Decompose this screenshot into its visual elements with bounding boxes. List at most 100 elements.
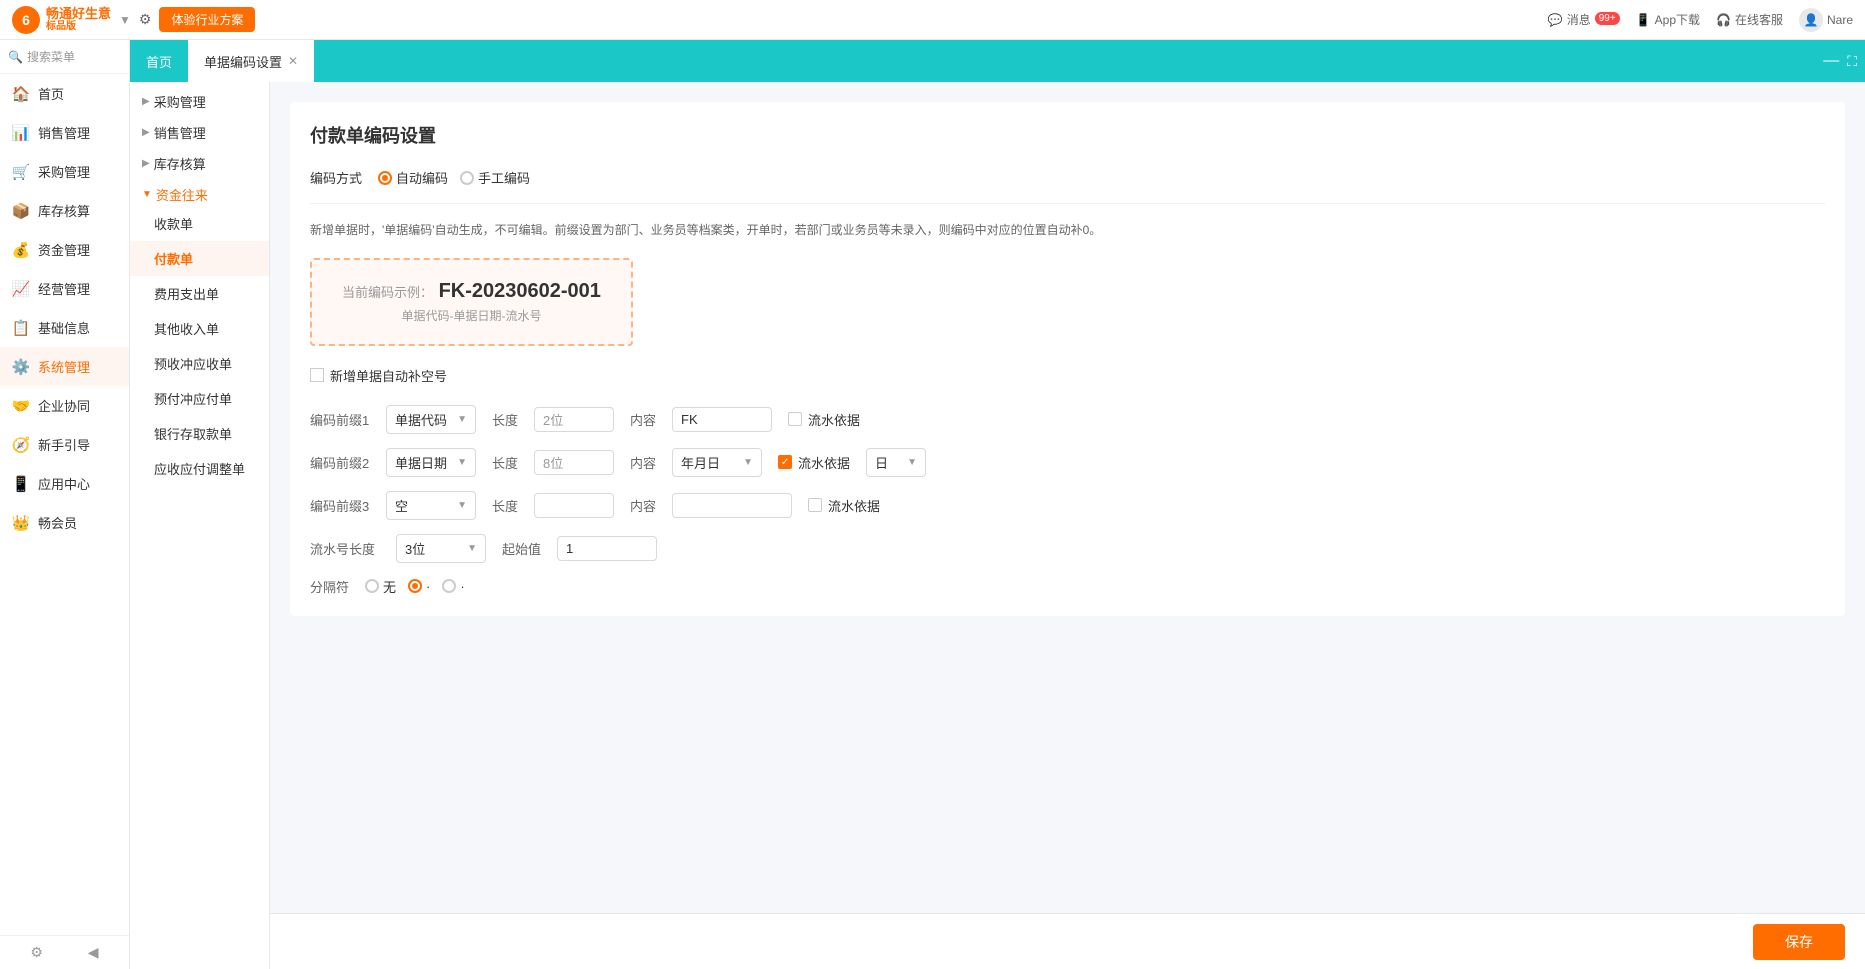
save-button[interactable]: 保存 xyxy=(1753,924,1845,960)
prefix2-select[interactable]: 单据日期 ▼ xyxy=(386,448,476,477)
sep-dot-radio[interactable] xyxy=(408,579,422,593)
separator-radio-group: 无 · · xyxy=(365,577,465,596)
prefix1-length-input[interactable] xyxy=(534,407,614,432)
sep-dot-option[interactable]: · xyxy=(408,579,430,594)
sidebar-item-basic[interactable]: 📋 基础信息 xyxy=(0,308,129,347)
prefix2-content-label: 内容 xyxy=(630,453,656,472)
encoding-method-row: 编码方式 自动编码 手工编码 xyxy=(310,168,1825,204)
prefix1-select[interactable]: 单据代码 ▼ xyxy=(386,405,476,434)
submenu-capital-flow[interactable]: ▼ 资金往来 xyxy=(130,175,269,206)
submenu-receipt[interactable]: 收款单 xyxy=(130,206,269,241)
submenu-purchase-arrow-icon: ▶ xyxy=(142,96,150,107)
sidebar-item-label-member: 畅会员 xyxy=(38,513,77,532)
prefix3-serial-checkbox[interactable] xyxy=(808,498,822,512)
sidebar-item-inventory[interactable]: 📦 库存核算 xyxy=(0,191,129,230)
dropdown-arrow-icon[interactable]: ▼ xyxy=(119,13,131,27)
sidebar-item-label-sales: 销售管理 xyxy=(38,123,90,142)
submenu-ar-ap-adjust[interactable]: 应收应付调整单 xyxy=(130,451,269,486)
sep-dot2-option[interactable]: · xyxy=(442,579,464,594)
search-menu-button[interactable]: 🔍 搜索菜单 xyxy=(0,40,129,74)
submenu-sales-mgmt[interactable]: ▶ 销售管理 xyxy=(130,113,269,144)
prefix2-serial-checkbox[interactable]: ✓ xyxy=(778,455,792,469)
sidebar-settings-icon[interactable]: ⚙ xyxy=(30,944,43,961)
prefix3-content-label: 内容 xyxy=(630,496,656,515)
code-example-value: FK-20230602-001 xyxy=(439,280,601,302)
prefix1-content-input[interactable] xyxy=(672,407,772,432)
prefix1-content-label: 内容 xyxy=(630,410,656,429)
prefix2-serial-unit-select[interactable]: 日 ▼ xyxy=(866,448,926,477)
submenu-inventory-calc[interactable]: ▶ 库存核算 xyxy=(130,144,269,175)
start-value-input[interactable] xyxy=(557,536,657,561)
sidebar-item-system[interactable]: ⚙️ 系统管理 xyxy=(0,347,129,386)
info-text: 新增单据时，'单据编码'自动生成，不可编辑。前缀设置为部门、业务员等档案类，开单… xyxy=(310,220,1825,242)
sales-icon: 📊 xyxy=(12,124,30,142)
sidebar-item-label-finance: 资金管理 xyxy=(38,240,90,259)
sidebar-item-enterprise[interactable]: 🤝 企业协同 xyxy=(0,386,129,425)
sep-none-option[interactable]: 无 xyxy=(365,577,396,596)
submenu-other-income-label: 其他收入单 xyxy=(154,322,219,337)
auto-encode-label: 自动编码 xyxy=(396,168,448,187)
submenu-prepay-receivable[interactable]: 预收冲应收单 xyxy=(130,346,269,381)
sidebar-item-label-operations: 经营管理 xyxy=(38,279,90,298)
auto-encode-option[interactable]: 自动编码 xyxy=(378,168,448,187)
sidebar-item-home[interactable]: 🏠 首页 xyxy=(0,74,129,113)
prefix3-select[interactable]: 空 ▼ xyxy=(386,491,476,520)
tab-home[interactable]: 首页 xyxy=(130,40,188,82)
sep-none-label: 无 xyxy=(383,577,396,596)
industry-solution-button[interactable]: 体验行业方案 xyxy=(159,7,255,32)
auto-fill-checkbox[interactable] xyxy=(310,368,324,382)
message-button[interactable]: 💬 消息 99+ xyxy=(1548,11,1620,28)
prefix2-select-value: 单据日期 xyxy=(395,453,447,472)
online-service-button[interactable]: 🎧 在线客服 xyxy=(1716,11,1783,28)
prefix1-chevron-icon: ▼ xyxy=(457,414,467,425)
sep-none-radio[interactable] xyxy=(365,579,379,593)
sidebar-item-sales[interactable]: 📊 销售管理 xyxy=(0,113,129,152)
inventory-icon: 📦 xyxy=(12,202,30,220)
prefix3-row: 编码前缀3 空 ▼ 长度 内容 流水依据 xyxy=(310,491,1825,520)
submenu-other-income[interactable]: 其他收入单 xyxy=(130,311,269,346)
sidebar-item-finance[interactable]: 💰 资金管理 xyxy=(0,230,129,269)
submenu-purchase-mgmt[interactable]: ▶ 采购管理 xyxy=(130,82,269,113)
tab-maximize-icon[interactable]: ⛶ xyxy=(1847,53,1857,70)
sidebar-item-purchase[interactable]: 🛒 采购管理 xyxy=(0,152,129,191)
manual-encode-option[interactable]: 手工编码 xyxy=(460,168,530,187)
sidebar-item-apps[interactable]: 📱 应用中心 xyxy=(0,464,129,503)
sub-menu-panel: ▶ 采购管理 ▶ 销售管理 ▶ 库存核算 ▼ 资金往来 收款单 xyxy=(130,82,270,969)
tab-home-label: 首页 xyxy=(146,52,172,71)
settings-icon[interactable]: ⚙ xyxy=(139,11,152,28)
sidebar-item-guide[interactable]: 🧭 新手引导 xyxy=(0,425,129,464)
prefix3-length-input[interactable] xyxy=(534,493,614,518)
sidebar-item-label-purchase: 采购管理 xyxy=(38,162,90,181)
prefix3-content-input[interactable] xyxy=(672,493,792,518)
prefix1-serial-checkbox[interactable] xyxy=(788,412,802,426)
submenu-prepay-payable[interactable]: 预付冲应付单 xyxy=(130,381,269,416)
prefix2-serial-unit-value: 日 xyxy=(875,453,888,472)
submenu-expense[interactable]: 费用支出单 xyxy=(130,276,269,311)
app-download-button[interactable]: 📱 App下载 xyxy=(1636,11,1700,28)
prefix2-length-input[interactable] xyxy=(534,450,614,475)
sidebar-item-member[interactable]: 👑 畅会员 xyxy=(0,503,129,542)
sidebar-item-label-enterprise: 企业协同 xyxy=(38,396,90,415)
manual-encode-radio[interactable] xyxy=(460,171,474,185)
purchase-icon: 🛒 xyxy=(12,163,30,181)
tab-encoding-label: 单据编码设置 xyxy=(204,52,282,71)
sep-dot2-radio[interactable] xyxy=(442,579,456,593)
auto-encode-radio[interactable] xyxy=(378,171,392,185)
submenu-payment[interactable]: 付款单 xyxy=(130,241,269,276)
user-profile[interactable]: 👤 Nare xyxy=(1799,8,1853,32)
settings-card: 付款单编码设置 编码方式 自动编码 手 xyxy=(290,102,1845,616)
tab-minimize-icon[interactable]: — xyxy=(1823,52,1839,70)
brand-sub: 标品版 xyxy=(46,21,111,33)
tab-encoding-close-icon[interactable]: ✕ xyxy=(288,54,298,68)
submenu-bank-deposit[interactable]: 银行存取款单 xyxy=(130,416,269,451)
serial-length-select[interactable]: 3位 ▼ xyxy=(396,534,486,563)
prefix2-serial-label: 流水依据 xyxy=(798,453,850,472)
prefix2-content-select[interactable]: 年月日 ▼ xyxy=(672,448,762,477)
sidebar-collapse-icon[interactable]: ◀ xyxy=(88,944,99,961)
sidebar: 🔍 搜索菜单 🏠 首页 📊 销售管理 🛒 采购管理 📦 库存核算 💰 资金管理 … xyxy=(0,40,130,969)
sidebar-item-operations[interactable]: 📈 经营管理 xyxy=(0,269,129,308)
sidebar-bottom: ⚙ ◀ xyxy=(0,935,129,969)
submenu-receipt-label: 收款单 xyxy=(154,217,193,232)
tab-encoding[interactable]: 单据编码设置 ✕ xyxy=(188,40,314,82)
encoding-radio-group: 自动编码 手工编码 xyxy=(378,168,530,187)
